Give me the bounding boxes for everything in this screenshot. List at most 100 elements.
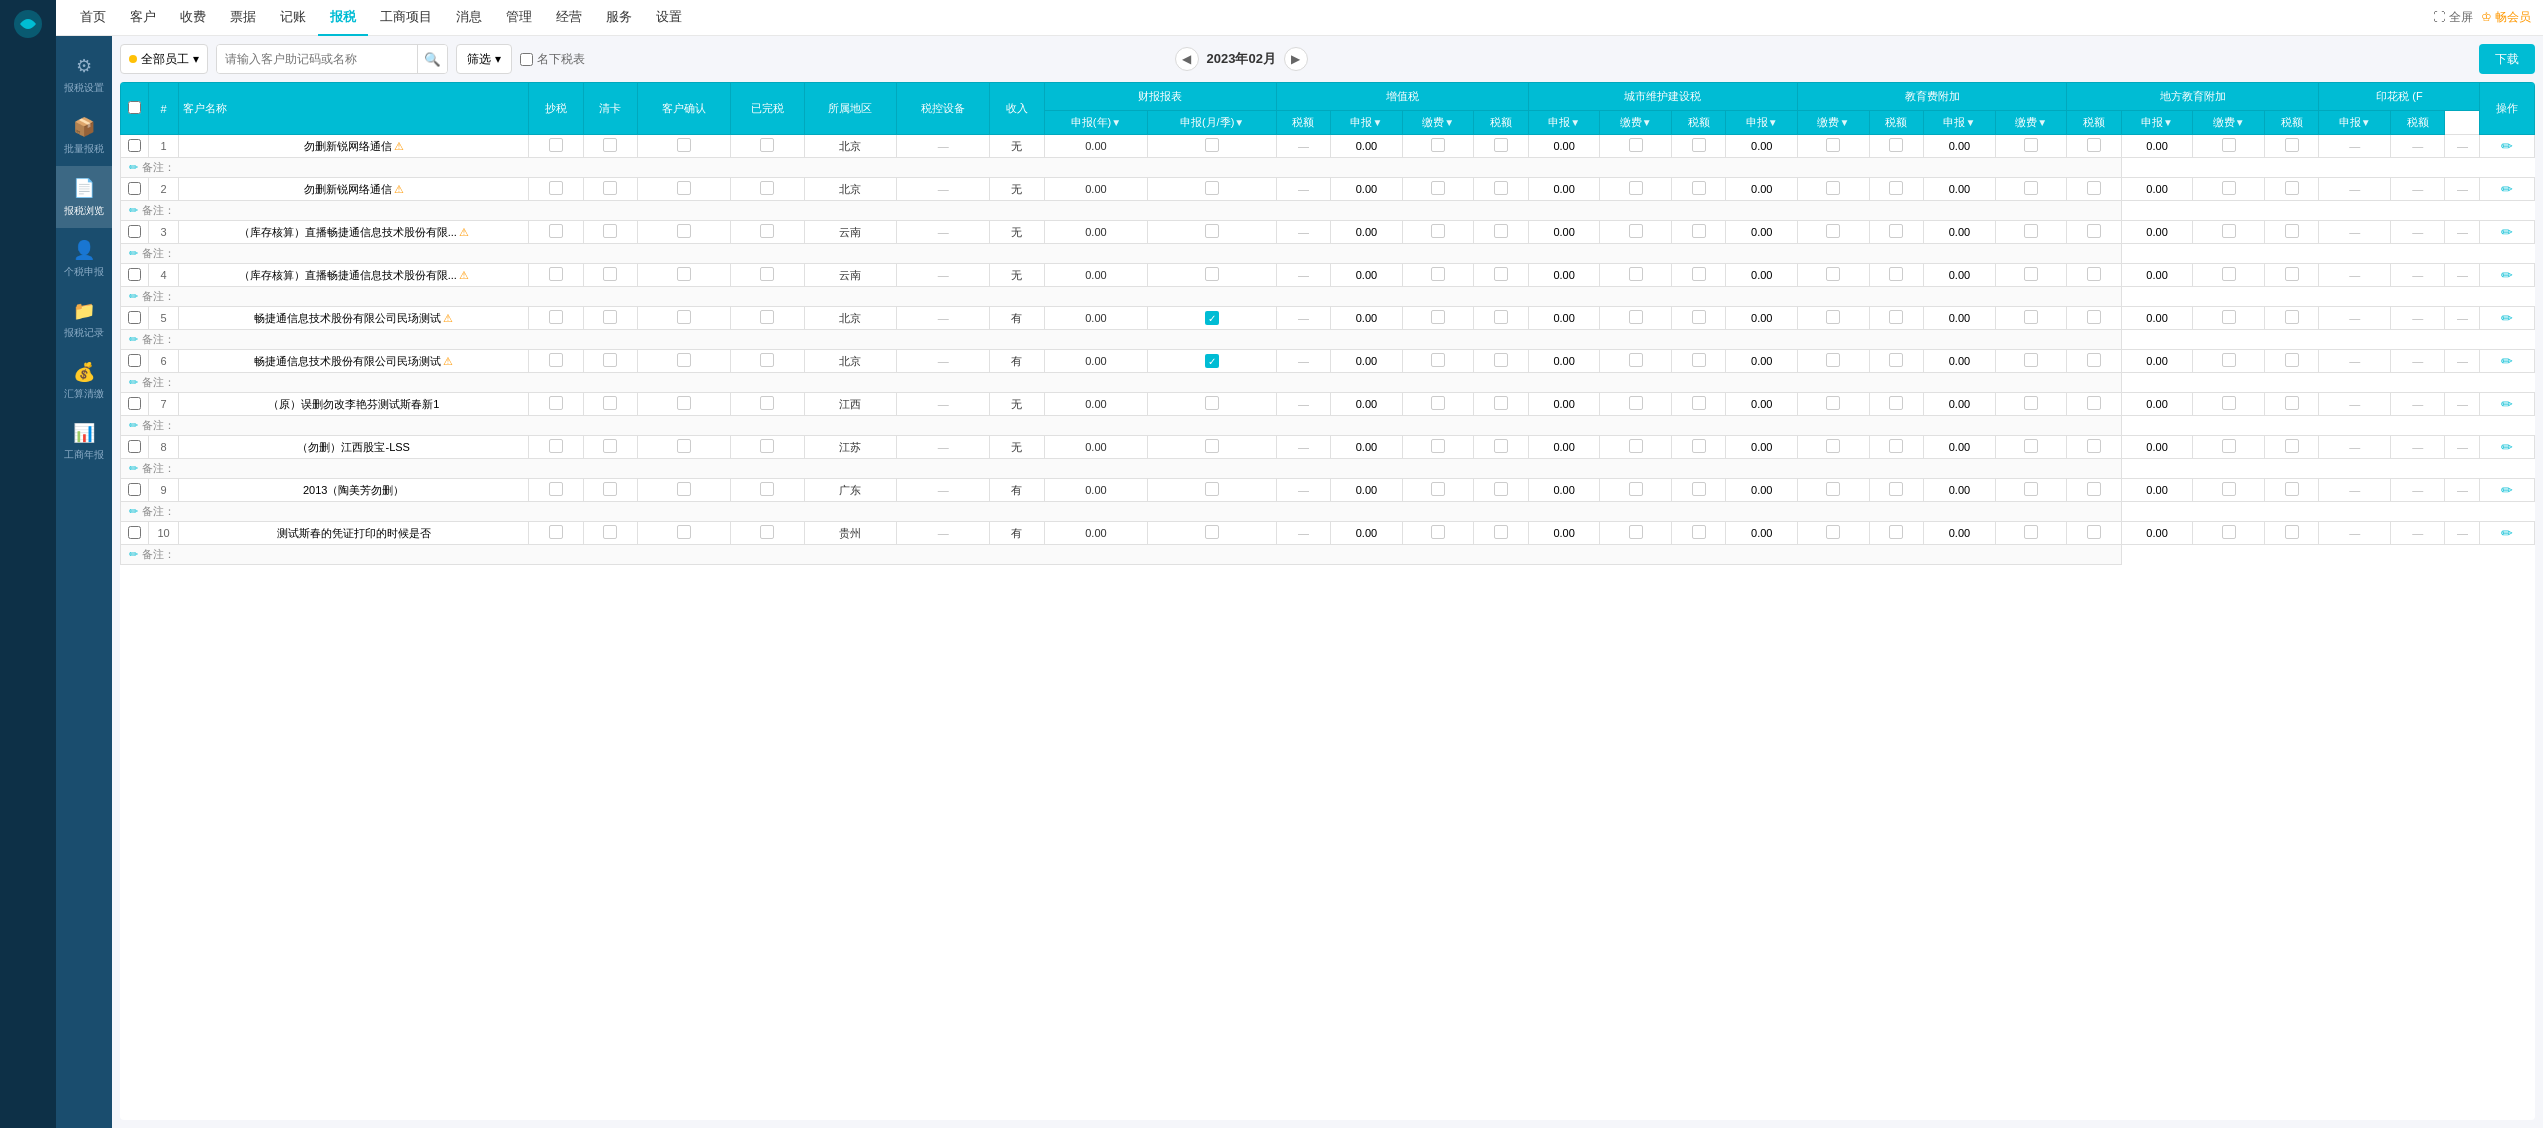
local-education-amount: 0.00 bbox=[2121, 479, 2193, 502]
tax-device: — bbox=[897, 479, 990, 502]
vat-amount: 0.00 bbox=[1331, 264, 1403, 287]
nav-invoice[interactable]: 票据 bbox=[218, 0, 268, 36]
vat-amount: 0.00 bbox=[1331, 479, 1403, 502]
tax-browse-icon: 📄 bbox=[73, 176, 95, 201]
nav-bookkeeping[interactable]: 记账 bbox=[268, 0, 318, 36]
remark-cell: ✏备注： bbox=[121, 330, 2122, 350]
edit-button[interactable]: ✏ bbox=[2501, 267, 2513, 283]
remark-edit-icon[interactable]: ✏ bbox=[129, 419, 138, 431]
action-cell: ✏ bbox=[2480, 436, 2535, 459]
nav-customer[interactable]: 客户 bbox=[118, 0, 168, 36]
edit-button[interactable]: ✏ bbox=[2501, 224, 2513, 240]
nav-tax[interactable]: 报税 bbox=[318, 0, 368, 36]
action-cell: ✏ bbox=[2480, 350, 2535, 373]
urban-tax-amount: 0.00 bbox=[1726, 178, 1798, 201]
nav-manage[interactable]: 管理 bbox=[494, 0, 544, 36]
nav-home[interactable]: 首页 bbox=[68, 0, 118, 36]
remark-edit-icon[interactable]: ✏ bbox=[129, 333, 138, 345]
unchecked-cell bbox=[2285, 353, 2299, 367]
remark-edit-icon[interactable]: ✏ bbox=[129, 376, 138, 388]
select-all-checkbox[interactable] bbox=[128, 101, 141, 114]
remark-edit-icon[interactable]: ✏ bbox=[129, 548, 138, 560]
edit-button[interactable]: ✏ bbox=[2501, 138, 2513, 154]
prev-date-button[interactable]: ◀ bbox=[1175, 47, 1199, 71]
edit-button[interactable]: ✏ bbox=[2501, 396, 2513, 412]
row-checkbox[interactable] bbox=[128, 182, 141, 195]
named-table-checkbox[interactable] bbox=[520, 53, 533, 66]
sub-nav-annual-settle-label: 汇算清缴 bbox=[64, 387, 104, 401]
sub-nav-annual-settle[interactable]: 💰 汇算清缴 bbox=[56, 350, 112, 411]
remark-edit-icon[interactable]: ✏ bbox=[129, 204, 138, 216]
row-checkbox[interactable] bbox=[128, 354, 141, 367]
edit-button[interactable]: ✏ bbox=[2501, 353, 2513, 369]
unchecked-cell bbox=[1826, 181, 1840, 195]
row-checkbox[interactable] bbox=[128, 139, 141, 152]
nav-settings[interactable]: 设置 bbox=[644, 0, 694, 36]
edit-button[interactable]: ✏ bbox=[2501, 181, 2513, 197]
download-button[interactable]: 下载 bbox=[2479, 44, 2535, 74]
tax-amount: 0.00 bbox=[1044, 479, 1148, 502]
unchecked-cell bbox=[1692, 482, 1706, 496]
top-nav: 首页 客户 收费 票据 记账 报税 工商项目 消息 管理 经营 服务 设置 ⛶ … bbox=[56, 0, 2543, 36]
customer-name: （原）误删勿改李艳芬测试斯春新1 bbox=[179, 393, 529, 416]
remark-edit-icon[interactable]: ✏ bbox=[129, 161, 138, 173]
row-checkbox[interactable] bbox=[128, 397, 141, 410]
tax-device: — bbox=[897, 307, 990, 330]
urban-tax-amount: 0.00 bbox=[1726, 221, 1798, 244]
search-input[interactable] bbox=[217, 45, 417, 73]
nav-billing[interactable]: 收费 bbox=[168, 0, 218, 36]
nav-operation[interactable]: 经营 bbox=[544, 0, 594, 36]
sub-nav-annual-report[interactable]: 📊 工商年报 bbox=[56, 411, 112, 472]
row-checkbox[interactable] bbox=[128, 268, 141, 281]
row-checkbox[interactable] bbox=[128, 440, 141, 453]
sub-nav-tax-browse[interactable]: 📄 报税浏览 bbox=[56, 166, 112, 227]
remark-cell: ✏备注： bbox=[121, 158, 2122, 178]
th-stamp-tax: 印花税 (F bbox=[2319, 83, 2480, 111]
nav-service[interactable]: 服务 bbox=[594, 0, 644, 36]
row-checkbox[interactable] bbox=[128, 311, 141, 324]
edit-button[interactable]: ✏ bbox=[2501, 310, 2513, 326]
vat-amount: 0.00 bbox=[1331, 436, 1403, 459]
remark-edit-icon[interactable]: ✏ bbox=[129, 247, 138, 259]
education-amount: 0.00 bbox=[1924, 135, 1996, 158]
next-date-button[interactable]: ▶ bbox=[1284, 47, 1308, 71]
sub-nav-tax-settings[interactable]: ⚙ 报税设置 bbox=[56, 44, 112, 105]
remark-edit-icon[interactable]: ✏ bbox=[129, 505, 138, 517]
vip-btn[interactable]: ♔ 畅会员 bbox=[2481, 9, 2531, 26]
remark-edit-icon[interactable]: ✏ bbox=[129, 462, 138, 474]
empty-cell: — bbox=[2391, 307, 2445, 330]
income: 有 bbox=[990, 479, 1044, 502]
th-financial-report: 财报报表 bbox=[1044, 83, 1276, 111]
unchecked-cell bbox=[2285, 396, 2299, 410]
edit-button[interactable]: ✏ bbox=[2501, 525, 2513, 541]
region: 江苏 bbox=[804, 436, 897, 459]
employee-select[interactable]: 全部员工 ▾ bbox=[120, 44, 208, 74]
search-button[interactable]: 🔍 bbox=[417, 44, 447, 74]
remark-edit-icon[interactable]: ✏ bbox=[129, 290, 138, 302]
row-checkbox[interactable] bbox=[128, 225, 141, 238]
sub-nav-batch-tax[interactable]: 📦 批量报税 bbox=[56, 105, 112, 166]
row-checkbox[interactable] bbox=[128, 526, 141, 539]
filter-button[interactable]: 筛选 ▾ bbox=[456, 44, 512, 74]
urban-tax-amount: 0.00 bbox=[1726, 350, 1798, 373]
unchecked-cell bbox=[1205, 138, 1219, 152]
tax-table-container[interactable]: # 客户名称 抄税 清卡 客户确认 已完税 所属地区 税控设备 收入 财报报表 … bbox=[120, 82, 2535, 1120]
fullscreen-btn[interactable]: ⛶ 全屏 bbox=[2433, 9, 2472, 26]
edit-button[interactable]: ✏ bbox=[2501, 439, 2513, 455]
unchecked-cell bbox=[1826, 353, 1840, 367]
nav-business[interactable]: 工商项目 bbox=[368, 0, 444, 36]
unchecked-cell bbox=[677, 310, 691, 324]
nav-message[interactable]: 消息 bbox=[444, 0, 494, 36]
edit-button[interactable]: ✏ bbox=[2501, 482, 2513, 498]
sub-nav-tax-records[interactable]: 📁 报税记录 bbox=[56, 289, 112, 350]
customer-name: 2013（陶美芳勿删） bbox=[179, 479, 529, 502]
unchecked-cell bbox=[1692, 353, 1706, 367]
unchecked-cell bbox=[1629, 353, 1643, 367]
unchecked-cell bbox=[1889, 181, 1903, 195]
th-action: 操作 bbox=[2480, 83, 2535, 135]
unchecked-cell bbox=[1629, 310, 1643, 324]
unchecked-cell bbox=[2222, 525, 2236, 539]
sub-nav-personal-tax[interactable]: 👤 个税申报 bbox=[56, 228, 112, 289]
unchecked-cell bbox=[2222, 353, 2236, 367]
row-checkbox[interactable] bbox=[128, 483, 141, 496]
